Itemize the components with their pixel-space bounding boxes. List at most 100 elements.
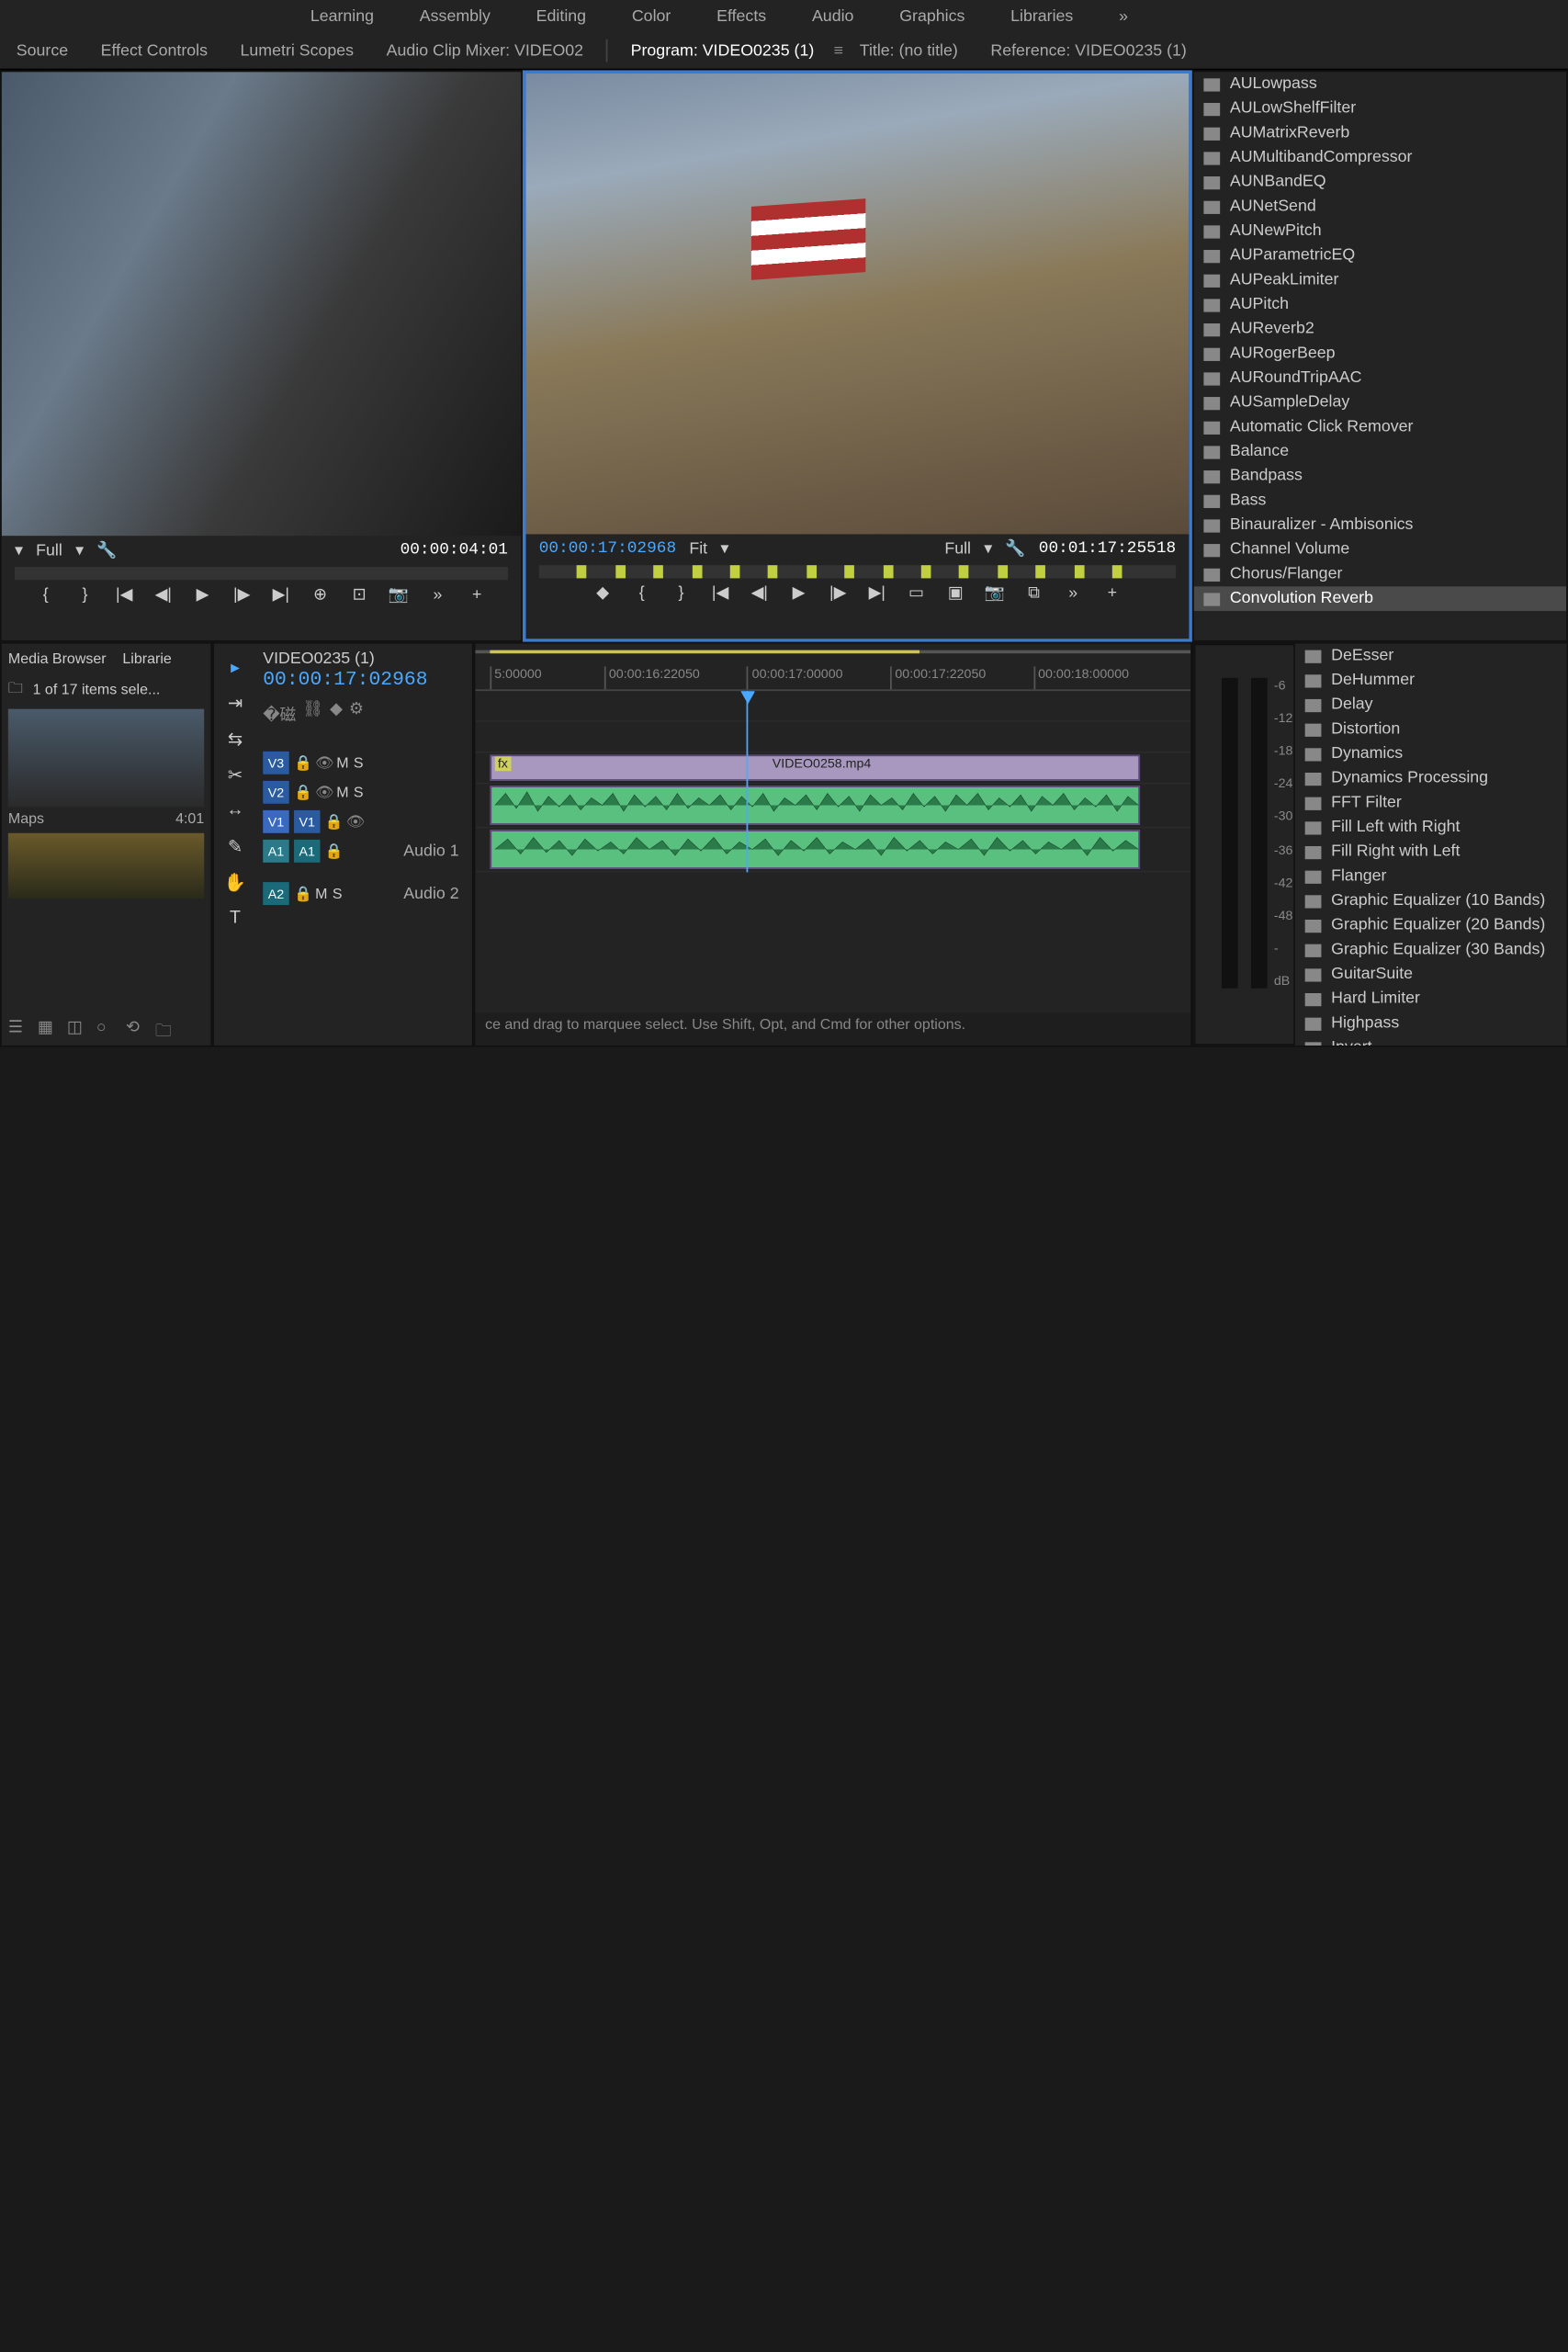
mark-in-icon[interactable]: { (629, 582, 655, 605)
track-target[interactable]: V1 (294, 810, 320, 833)
program-preview[interactable] (526, 74, 1190, 534)
effect-item[interactable]: AUPitch (1194, 292, 1566, 317)
mark-out-icon[interactable]: } (72, 583, 97, 606)
project-thumbnail[interactable] (8, 833, 204, 899)
program-scrubber[interactable] (539, 565, 1176, 578)
workspace-tab[interactable]: Learning (310, 7, 374, 26)
audio-clip[interactable] (490, 830, 1140, 869)
effect-item[interactable]: Graphic Equalizer (10 Bands) (1295, 888, 1566, 913)
program-timecode-right[interactable]: 00:01:17:25518 (1039, 541, 1176, 560)
effect-item[interactable]: Flanger (1295, 865, 1566, 889)
workspace-tab[interactable]: Graphics (899, 7, 964, 26)
effect-item[interactable]: Hard Limiter (1295, 987, 1566, 1012)
go-in-icon[interactable]: |◀ (707, 582, 733, 605)
effect-item[interactable]: FFT Filter (1295, 791, 1566, 816)
effect-item[interactable]: Distortion (1295, 718, 1566, 742)
step-back-icon[interactable]: ◀| (151, 583, 176, 606)
go-out-icon[interactable]: ▶| (268, 583, 294, 606)
step-fwd-icon[interactable]: |▶ (825, 582, 851, 605)
effect-item[interactable]: AUPeakLimiter (1194, 268, 1566, 293)
effect-item[interactable]: AULowpass (1194, 72, 1566, 96)
full-dropdown[interactable]: Full (944, 541, 971, 560)
effect-item[interactable]: Fill Right with Left (1295, 840, 1566, 865)
razor-tool-icon[interactable]: ✂ (222, 762, 248, 787)
tab-reference[interactable]: Reference: VIDEO0235 (1) (975, 41, 1203, 60)
track-select-tool-icon[interactable]: ⇥ (222, 689, 248, 715)
timeline[interactable]: 5:00000 00:00:16:22050 00:00:17:00000 00… (474, 642, 1192, 1047)
wrench-icon[interactable]: 🔧 (96, 542, 117, 560)
effect-item[interactable]: Automatic Click Remover (1194, 415, 1566, 440)
chevron-down-icon[interactable]: ▾ (984, 541, 992, 560)
more-icon[interactable]: » (424, 583, 450, 606)
effect-item[interactable]: DeEsser (1295, 644, 1566, 669)
effect-item[interactable]: Delay (1295, 693, 1566, 718)
program-timecode-left[interactable]: 00:00:17:02968 (539, 541, 676, 560)
lock-icon[interactable]: 🔒 (294, 784, 310, 800)
go-in-icon[interactable]: |◀ (111, 583, 137, 606)
workspace-tab[interactable]: Audio (812, 7, 853, 26)
bin-icon[interactable]: 🗀 (8, 676, 23, 702)
time-ruler[interactable]: 5:00000 00:00:16:22050 00:00:17:00000 00… (475, 644, 1190, 692)
effect-item[interactable]: Dynamics (1295, 741, 1566, 766)
comparison-icon[interactable]: ⧉ (1021, 582, 1046, 605)
eye-icon[interactable]: 👁 (346, 813, 363, 830)
add-marker-icon[interactable]: ◆ (590, 582, 615, 605)
sequence-name[interactable]: VIDEO0235 (1) (263, 650, 465, 669)
tab-lumetri-scopes[interactable]: Lumetri Scopes (224, 41, 370, 60)
add-button-icon[interactable]: + (1100, 582, 1125, 605)
type-tool-icon[interactable]: T (222, 905, 248, 931)
track-source[interactable]: V1 (263, 810, 288, 833)
list-view-icon[interactable]: ☰ (8, 1019, 28, 1038)
effect-item[interactable]: Highpass (1295, 1012, 1566, 1036)
freeform-icon[interactable]: ◫ (67, 1019, 86, 1038)
marker-icon[interactable]: ◆ (330, 701, 343, 726)
chevron-down-icon[interactable]: ▾ (720, 541, 728, 560)
go-out-icon[interactable]: ▶| (864, 582, 890, 605)
workspace-tab[interactable]: Editing (536, 7, 586, 26)
effect-item[interactable]: AURoundTripAAC (1194, 366, 1566, 390)
effect-item[interactable]: Chorus/Flanger (1194, 562, 1566, 587)
effect-item[interactable]: Dynamics Processing (1295, 766, 1566, 791)
track-target[interactable]: A1 (294, 840, 320, 863)
add-button-icon[interactable]: + (464, 583, 490, 606)
tab-media-browser[interactable]: Media Browser (8, 650, 107, 667)
zoom-out-icon[interactable]: ▾ (15, 542, 23, 560)
project-thumbnail[interactable] (8, 709, 204, 808)
effect-item[interactable]: GuitarSuite (1295, 962, 1566, 987)
workspace-tab[interactable]: Libraries (1010, 7, 1073, 26)
effect-item[interactable]: AUMatrixReverb (1194, 121, 1566, 146)
source-preview[interactable] (2, 72, 521, 536)
icon-view-icon[interactable]: ▦ (38, 1019, 57, 1038)
selection-tool-icon[interactable]: ▸ (222, 653, 248, 679)
tab-audio-clip-mixer[interactable]: Audio Clip Mixer: VIDEO02 (370, 41, 600, 60)
fit-dropdown[interactable]: Full (36, 542, 62, 560)
effect-item[interactable]: AURogerBeep (1194, 342, 1566, 367)
mark-in-icon[interactable]: { (33, 583, 59, 606)
audio-clip[interactable] (490, 786, 1140, 825)
lock-icon[interactable]: 🔒 (325, 813, 342, 830)
insert-icon[interactable]: ⊕ (307, 583, 333, 606)
effect-item[interactable]: Binauralizer - Ambisonics (1194, 513, 1566, 537)
mark-out-icon[interactable]: } (668, 582, 694, 605)
workspace-tab[interactable]: Assembly (420, 7, 491, 26)
video-clip[interactable]: fx VIDEO0258.mp4 (490, 754, 1140, 780)
play-icon[interactable]: ▶ (785, 582, 811, 605)
eye-icon[interactable]: 👁 (315, 784, 332, 800)
tab-effect-controls[interactable]: Effect Controls (85, 41, 224, 60)
chevron-down-icon[interactable]: ▾ (75, 542, 84, 560)
pen-tool-icon[interactable]: ✎ (222, 833, 248, 859)
fit-dropdown[interactable]: Fit (689, 541, 707, 560)
lock-icon[interactable]: 🔒 (325, 842, 342, 859)
workspace-tab[interactable]: Effects (716, 7, 766, 26)
effect-item[interactable]: Channel Volume (1194, 537, 1566, 562)
effect-item[interactable]: AUSampleDelay (1194, 390, 1566, 415)
tab-title[interactable]: Title: (no title) (843, 41, 975, 60)
source-scrubber[interactable] (15, 567, 508, 580)
sequence-timecode[interactable]: 00:00:17:02968 (263, 668, 465, 691)
effect-item[interactable]: Graphic Equalizer (30 Bands) (1295, 938, 1566, 963)
track-target[interactable]: A2 (263, 882, 288, 905)
tab-libraries[interactable]: Librarie (122, 650, 171, 667)
effect-item[interactable]: AUNewPitch (1194, 219, 1566, 243)
lift-icon[interactable]: ▭ (903, 582, 929, 605)
snap-icon[interactable]: �磁 (263, 701, 296, 726)
